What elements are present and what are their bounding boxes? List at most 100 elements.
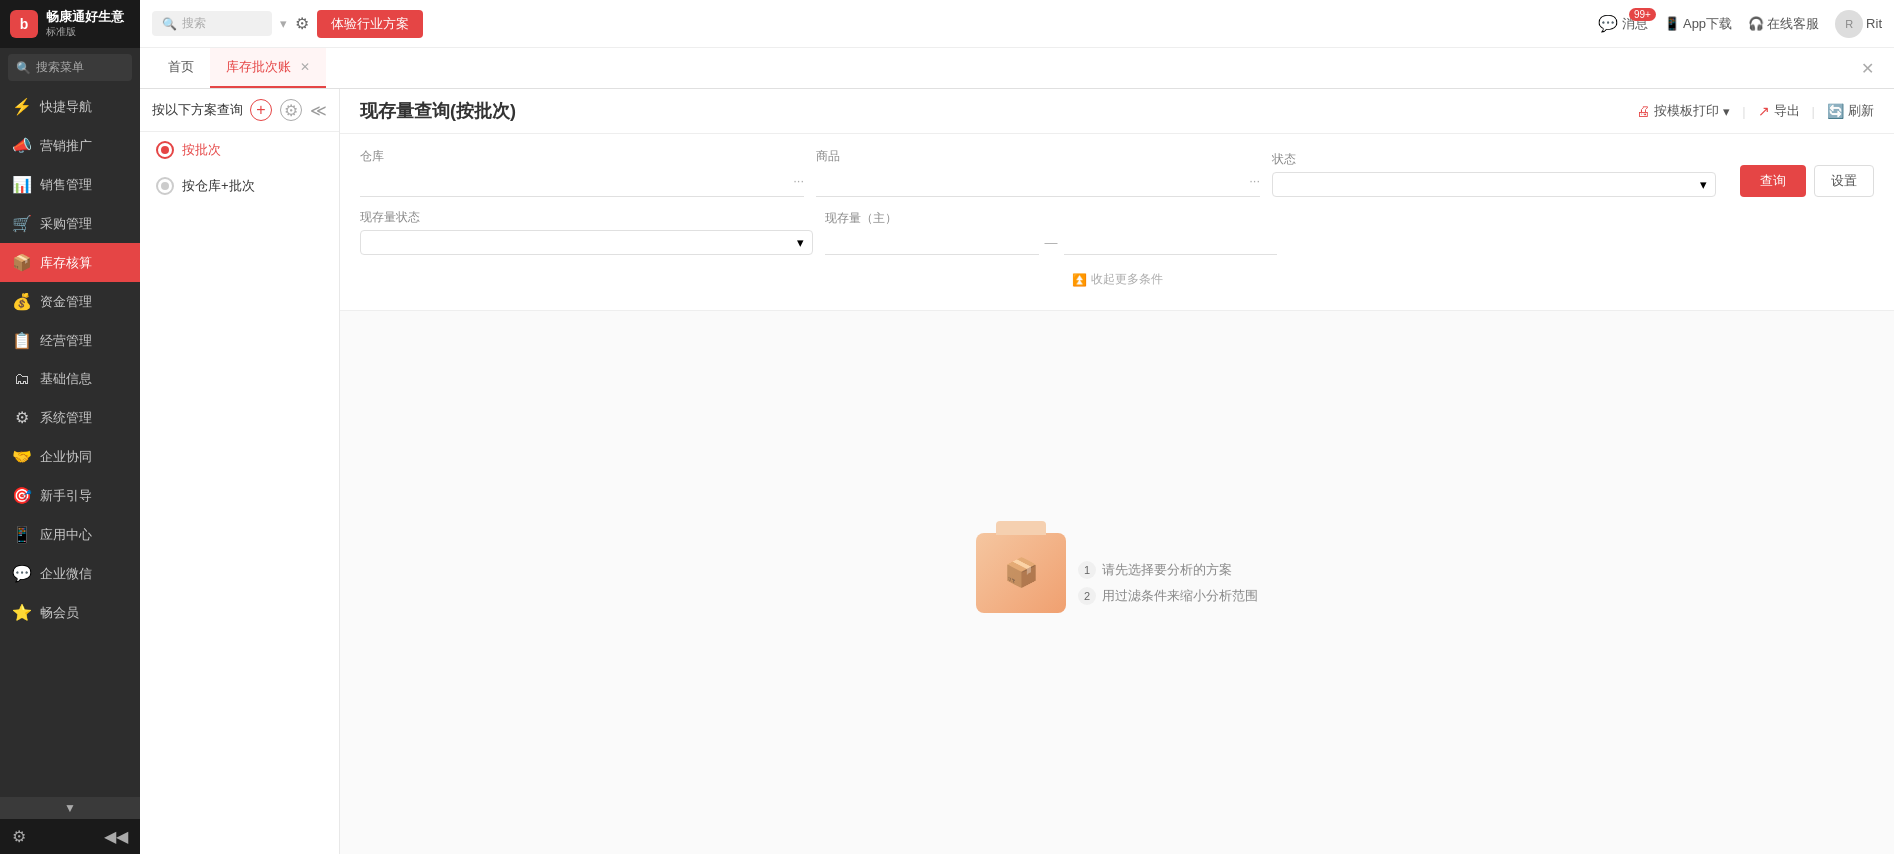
inventory-icon: 📦 bbox=[12, 253, 32, 272]
sidebar-item-label: 销售管理 bbox=[40, 176, 92, 194]
left-panel-actions: + ⚙ ≪ bbox=[250, 99, 327, 121]
export-label: 导出 bbox=[1774, 102, 1800, 120]
newbie-icon: 🎯 bbox=[12, 486, 32, 505]
query-btn[interactable]: 查询 bbox=[1740, 165, 1806, 197]
stock-amount-to[interactable] bbox=[1064, 231, 1278, 255]
left-panel-header: 按以下方案查询 + ⚙ ≪ bbox=[140, 89, 339, 132]
sidebar-item-purchase[interactable]: 🛒 采购管理 bbox=[0, 204, 140, 243]
sidebar-item-wechat[interactable]: 💬 企业微信 bbox=[0, 554, 140, 593]
collapse-conditions-btn[interactable]: ⏫ 收起更多条件 bbox=[360, 263, 1874, 296]
user-menu[interactable]: R Rit bbox=[1835, 10, 1882, 38]
warehouse-more-icon[interactable]: ··· bbox=[793, 173, 804, 188]
tab-home-label: 首页 bbox=[168, 58, 194, 76]
export-btn[interactable]: ↗ 导出 bbox=[1758, 102, 1800, 120]
messages-btn[interactable]: 💬 消息 99+ bbox=[1598, 14, 1648, 33]
search-placeholder: 搜索菜单 bbox=[36, 59, 84, 76]
scheme-label: 按批次 bbox=[182, 141, 221, 159]
app-edition: 标准版 bbox=[46, 25, 124, 39]
divider: | bbox=[1742, 104, 1745, 119]
sidebar-item-member[interactable]: ⭐ 畅会员 bbox=[0, 593, 140, 632]
sidebar-search[interactable]: 🔍 搜索菜单 bbox=[8, 54, 132, 81]
tip-2-num: 2 bbox=[1078, 587, 1096, 605]
sidebar-title-wrap: 畅康通好生意 标准版 bbox=[46, 9, 124, 39]
topbar-gear-icon[interactable]: ⚙ bbox=[295, 14, 309, 33]
settings-icon[interactable]: ⚙ bbox=[12, 827, 26, 846]
scheme-by-batch[interactable]: 按批次 bbox=[140, 132, 339, 168]
product-more-icon[interactable]: ··· bbox=[1249, 173, 1260, 188]
sidebar-item-label: 企业协同 bbox=[40, 448, 92, 466]
trial-btn[interactable]: 体验行业方案 bbox=[317, 10, 423, 38]
tab-home[interactable]: 首页 bbox=[152, 48, 210, 88]
main-wrap: 🔍 搜索 ▾ ⚙ 体验行业方案 💬 消息 99+ 📱 App下载 🎧 在线客服 bbox=[140, 0, 1894, 854]
collapse-icon[interactable]: ◀◀ bbox=[104, 827, 128, 846]
status-label: 状态 bbox=[1272, 151, 1716, 168]
scheme-inactive-icon bbox=[156, 177, 174, 195]
export-icon: ↗ bbox=[1758, 103, 1770, 119]
marketing-icon: 📣 bbox=[12, 136, 32, 155]
left-panel-title: 按以下方案查询 bbox=[152, 101, 243, 119]
tab-inventory-batch-label: 库存批次账 bbox=[226, 58, 291, 76]
sidebar-item-enterprise[interactable]: 🤝 企业协同 bbox=[0, 437, 140, 476]
status-select[interactable]: ▾ bbox=[1272, 172, 1716, 197]
basic-icon: 🗂 bbox=[12, 370, 32, 388]
sidebar-scroll-down[interactable]: ▼ bbox=[0, 797, 140, 819]
stock-status-select[interactable]: ▾ bbox=[360, 230, 813, 255]
stock-status-label: 现存量状态 bbox=[360, 209, 813, 226]
tab-close-icon[interactable]: ✕ bbox=[300, 60, 310, 74]
filter-area: 仓库 ··· 商品 ··· bbox=[340, 134, 1894, 311]
sidebar-item-inventory[interactable]: 📦 库存核算 bbox=[0, 243, 140, 282]
empty-state: 📦 1 请先选择要分析的方案 2 用过滤条件来缩小分析范围 bbox=[340, 311, 1894, 854]
status-dropdown-icon: ▾ bbox=[1700, 177, 1707, 192]
print-label: 按模板打印 bbox=[1654, 102, 1719, 120]
refresh-btn[interactable]: 🔄 刷新 bbox=[1827, 102, 1874, 120]
warehouse-label: 仓库 bbox=[360, 148, 804, 165]
wechat-icon: 💬 bbox=[12, 564, 32, 583]
quick-nav-icon: ⚡ bbox=[12, 97, 32, 116]
settings-scheme-btn[interactable]: ⚙ bbox=[280, 99, 302, 121]
print-btn[interactable]: 🖨 按模板打印 ▾ bbox=[1636, 102, 1730, 120]
add-scheme-btn[interactable]: + bbox=[250, 99, 272, 121]
tabbar-close-right[interactable]: ✕ bbox=[1853, 59, 1882, 78]
product-input[interactable] bbox=[816, 169, 1245, 192]
sidebar-item-newbie[interactable]: 🎯 新手引导 bbox=[0, 476, 140, 515]
sidebar-item-marketing[interactable]: 📣 营销推广 bbox=[0, 126, 140, 165]
empty-tips: 1 请先选择要分析的方案 2 用过滤条件来缩小分析范围 bbox=[1078, 561, 1258, 613]
sidebar-item-system[interactable]: ⚙ 系统管理 bbox=[0, 398, 140, 437]
warehouse-input[interactable] bbox=[360, 169, 789, 192]
online-service-link[interactable]: 🎧 在线客服 bbox=[1748, 15, 1819, 33]
empty-box-illustration: 📦 bbox=[976, 533, 1066, 613]
box-icon: 📦 bbox=[1004, 556, 1039, 589]
topbar-search-icon: 🔍 bbox=[162, 17, 177, 31]
print-dropdown-icon[interactable]: ▾ bbox=[1723, 104, 1730, 119]
topbar-dropdown-icon[interactable]: ▾ bbox=[280, 16, 287, 31]
content: 按以下方案查询 + ⚙ ≪ 按批次 bbox=[140, 89, 1894, 854]
user-initials: R bbox=[1845, 18, 1853, 30]
messages-badge: 99+ bbox=[1629, 8, 1656, 21]
sidebar-item-sales[interactable]: 📊 销售管理 bbox=[0, 165, 140, 204]
app-download-link[interactable]: 📱 App下载 bbox=[1664, 15, 1732, 33]
status-field: 状态 ▾ bbox=[1272, 151, 1716, 197]
sidebar-item-app-center[interactable]: 📱 应用中心 bbox=[0, 515, 140, 554]
stock-amount-from[interactable] bbox=[825, 231, 1039, 255]
settings-btn[interactable]: 设置 bbox=[1814, 165, 1874, 197]
stock-amount-dash: — bbox=[1045, 235, 1058, 250]
collapse-panel-icon[interactable]: ≪ bbox=[310, 101, 327, 120]
sidebar-item-label: 基础信息 bbox=[40, 370, 92, 388]
business-icon: 📋 bbox=[12, 331, 32, 350]
scheme-by-warehouse-batch[interactable]: 按仓库+批次 bbox=[140, 168, 339, 204]
tab-inventory-batch[interactable]: 库存批次账 ✕ bbox=[210, 48, 326, 88]
filter-action-buttons: 查询 设置 bbox=[1740, 165, 1874, 197]
refresh-label: 刷新 bbox=[1848, 102, 1874, 120]
sidebar-footer: ⚙ ◀◀ bbox=[0, 819, 140, 854]
sidebar-item-business[interactable]: 📋 经营管理 bbox=[0, 321, 140, 360]
collapse-label: 收起更多条件 bbox=[1091, 271, 1163, 288]
sidebar-item-basic[interactable]: 🗂 基础信息 bbox=[0, 360, 140, 398]
tip-2-text: 用过滤条件来缩小分析范围 bbox=[1102, 587, 1258, 605]
app-name: 畅康通好生意 bbox=[46, 9, 124, 25]
print-icon: 🖨 bbox=[1636, 103, 1650, 119]
phone-icon: 📱 bbox=[1664, 16, 1680, 31]
online-service-label: 在线客服 bbox=[1767, 15, 1819, 33]
topbar-search-box[interactable]: 🔍 搜索 bbox=[152, 11, 272, 36]
sidebar-item-finance[interactable]: 💰 资金管理 bbox=[0, 282, 140, 321]
sidebar-item-quick-nav[interactable]: ⚡ 快捷导航 bbox=[0, 87, 140, 126]
